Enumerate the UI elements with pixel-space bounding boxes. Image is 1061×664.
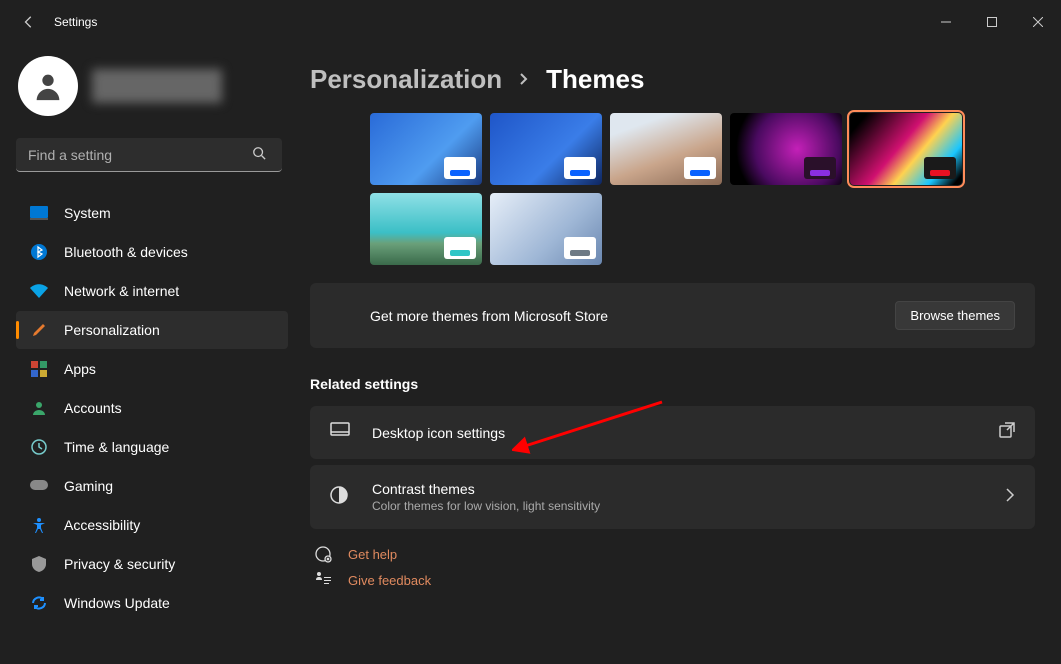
browse-themes-button[interactable]: Browse themes: [895, 301, 1015, 330]
apps-icon: [30, 360, 48, 378]
bluetooth-icon: [30, 243, 48, 261]
user-name: [92, 69, 222, 103]
person-icon: [30, 399, 48, 417]
sidebar-item-time[interactable]: Time & language: [16, 428, 288, 466]
open-external-icon: [999, 422, 1015, 443]
monitor-icon: [30, 204, 48, 222]
theme-option-6[interactable]: [370, 193, 482, 265]
help-icon: [312, 545, 334, 563]
chevron-right-icon: [1005, 488, 1015, 507]
gamepad-icon: [30, 477, 48, 495]
theme-option-1[interactable]: [370, 113, 482, 185]
sidebar-item-gaming[interactable]: Gaming: [16, 467, 288, 505]
paintbrush-icon: [30, 321, 48, 339]
sidebar-item-apps[interactable]: Apps: [16, 350, 288, 388]
theme-option-7[interactable]: [490, 193, 602, 265]
maximize-button[interactable]: [969, 4, 1015, 40]
search-icon: [252, 146, 266, 165]
sidebar-item-accounts[interactable]: Accounts: [16, 389, 288, 427]
chevron-right-icon: [518, 69, 530, 90]
theme-option-3[interactable]: [610, 113, 722, 185]
desktop-icon-settings-row[interactable]: Desktop icon settings: [310, 406, 1035, 459]
sidebar-item-bluetooth[interactable]: Bluetooth & devices: [16, 233, 288, 271]
minimize-button[interactable]: [923, 4, 969, 40]
sidebar-item-network[interactable]: Network & internet: [16, 272, 288, 310]
sidebar-item-personalization[interactable]: Personalization: [16, 311, 288, 349]
sidebar-item-update[interactable]: Windows Update: [16, 584, 288, 622]
give-feedback-link[interactable]: Give feedback: [348, 573, 431, 588]
feedback-icon: [312, 571, 334, 589]
theme-option-5[interactable]: [850, 113, 962, 185]
sidebar-item-accessibility[interactable]: Accessibility: [16, 506, 288, 544]
user-profile[interactable]: [18, 56, 288, 116]
theme-option-4[interactable]: [730, 113, 842, 185]
avatar: [18, 56, 78, 116]
desktop-icon: [330, 422, 352, 443]
related-heading: Related settings: [310, 376, 1035, 392]
close-button[interactable]: [1015, 4, 1061, 40]
back-button[interactable]: [14, 7, 44, 37]
clock-icon: [30, 438, 48, 456]
sidebar-item-system[interactable]: System: [16, 194, 288, 232]
breadcrumb-parent[interactable]: Personalization: [310, 64, 502, 95]
theme-option-2[interactable]: [490, 113, 602, 185]
shield-icon: [30, 555, 48, 573]
get-help-row[interactable]: Get help: [310, 545, 1035, 563]
accessibility-icon: [30, 516, 48, 534]
search-input[interactable]: [16, 138, 282, 172]
give-feedback-row[interactable]: Give feedback: [310, 571, 1035, 589]
breadcrumb: Personalization Themes: [310, 64, 1035, 95]
store-text: Get more themes from Microsoft Store: [370, 308, 608, 324]
contrast-icon: [330, 486, 352, 509]
wifi-icon: [30, 282, 48, 300]
store-row: Get more themes from Microsoft Store Bro…: [310, 283, 1035, 348]
breadcrumb-current: Themes: [546, 64, 644, 95]
contrast-themes-row[interactable]: Contrast themes Color themes for low vis…: [310, 465, 1035, 529]
sidebar-item-privacy[interactable]: Privacy & security: [16, 545, 288, 583]
window-title: Settings: [54, 15, 97, 29]
themes-grid: [310, 113, 1035, 265]
update-icon: [30, 594, 48, 612]
get-help-link[interactable]: Get help: [348, 547, 397, 562]
